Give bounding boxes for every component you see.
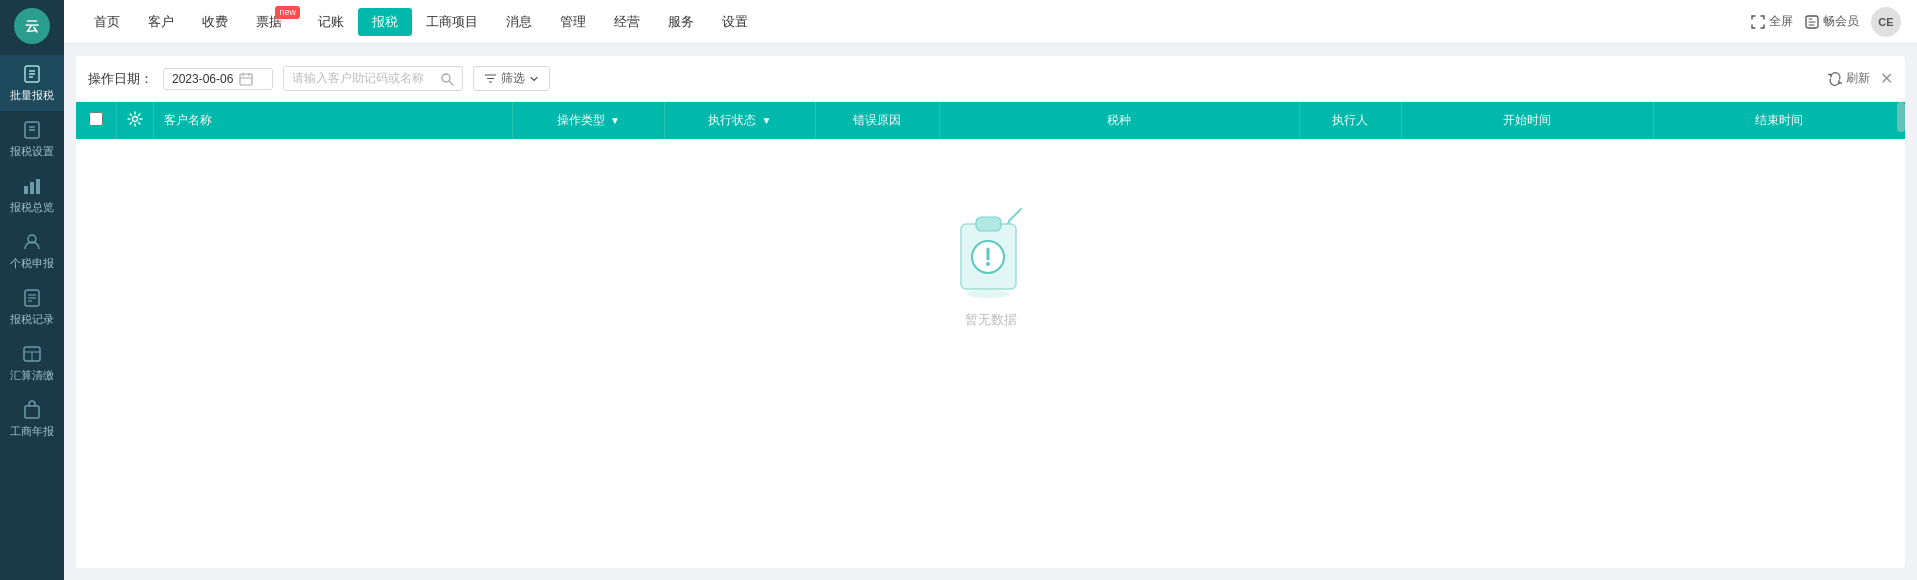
- gear-icon: [127, 111, 143, 127]
- member-icon: [1805, 15, 1819, 29]
- sidebar-item-label-zonglun: 报税总览: [10, 200, 54, 215]
- topnav-right: 全屏 畅会员 CE: [1751, 7, 1901, 37]
- svg-text:云: 云: [25, 18, 39, 34]
- close-button[interactable]: ✕: [1880, 71, 1893, 87]
- sidebar-item-geshuishenb[interactable]: 个税申报: [0, 223, 64, 279]
- svg-rect-9: [24, 186, 28, 194]
- nav-guanli[interactable]: 管理: [546, 0, 600, 44]
- svg-rect-22: [240, 74, 252, 85]
- sidebar-item-label-huisuan: 汇算清缴: [10, 368, 54, 383]
- empty-state: 暂无数据: [76, 139, 1905, 389]
- table-wrapper: 客户名称 操作类型 ▼ 执行状态 ▼ 错误原因: [76, 102, 1905, 568]
- exec-status-filter-icon[interactable]: ▼: [761, 115, 771, 126]
- baoshui-zonglun-icon: [21, 175, 43, 197]
- svg-rect-11: [36, 179, 40, 194]
- th-exec-status: 执行状态 ▼: [664, 102, 815, 139]
- avatar[interactable]: CE: [1871, 7, 1901, 37]
- nav-piao[interactable]: 票据 new: [242, 0, 304, 44]
- sidebar-item-label-jilu: 报税记录: [10, 312, 54, 327]
- svg-rect-20: [25, 406, 39, 418]
- th-executor: 执行人: [1299, 102, 1401, 139]
- empty-illustration: [941, 199, 1041, 299]
- main-table: 客户名称 操作类型 ▼ 执行状态 ▼ 错误原因: [76, 102, 1905, 139]
- sidebar-logo[interactable]: 云: [14, 8, 50, 47]
- search-box[interactable]: 请输入客户助记码或名称: [283, 66, 463, 91]
- th-start-time: 开始时间: [1402, 102, 1654, 139]
- huisuan-icon: [21, 343, 43, 365]
- sidebar-item-baoshui-shezhi[interactable]: 报税设置: [0, 111, 64, 167]
- th-error-reason: 错误原因: [815, 102, 939, 139]
- nav-xiaoxi[interactable]: 消息: [492, 0, 546, 44]
- nav-customer[interactable]: 客户: [134, 0, 188, 44]
- sidebar: 云 批量报税 报税设置: [0, 0, 64, 580]
- sidebar-item-huisuan[interactable]: 汇算清缴: [0, 335, 64, 391]
- piao-badge: new: [275, 6, 300, 20]
- member-button[interactable]: 畅会员: [1805, 13, 1859, 30]
- empty-text: 暂无数据: [965, 311, 1017, 329]
- main-card: 操作日期： 2023-06-06 请输入客户助记码或名称: [76, 56, 1905, 568]
- sidebar-item-baoshui-zonglun[interactable]: 报税总览: [0, 167, 64, 223]
- gongshang-nianbao-icon: [21, 399, 43, 421]
- topnav: 首页 客户 收费 票据 new 记账 报税 工商项目 消息 管理 经营: [64, 0, 1917, 44]
- content-area: 操作日期： 2023-06-06 请输入客户助记码或名称: [64, 44, 1917, 580]
- filter-button[interactable]: 筛选: [473, 66, 550, 91]
- sidebar-item-piliang-baoshui[interactable]: 批量报税: [0, 55, 64, 111]
- sidebar-item-gongshang-nianbao[interactable]: 工商年报: [0, 391, 64, 447]
- sidebar-item-label-gongshang: 工商年报: [10, 424, 54, 439]
- th-checkbox[interactable]: [76, 102, 116, 139]
- scroll-indicator[interactable]: [1897, 102, 1905, 132]
- date-label: 操作日期：: [88, 70, 153, 88]
- nav-fuwu[interactable]: 服务: [654, 0, 708, 44]
- nav-shoufei[interactable]: 收费: [188, 0, 242, 44]
- fullscreen-icon: [1751, 15, 1765, 29]
- select-all-checkbox[interactable]: [89, 112, 103, 126]
- chevron-down-icon: [529, 74, 539, 84]
- main-wrapper: 首页 客户 收费 票据 new 记账 报税 工商项目 消息 管理 经营: [64, 0, 1917, 580]
- toolbar: 操作日期： 2023-06-06 请输入客户助记码或名称: [76, 56, 1905, 102]
- refresh-icon: [1828, 72, 1842, 86]
- sidebar-item-baoshui-jilu[interactable]: 报税记录: [0, 279, 64, 335]
- refresh-button[interactable]: 刷新: [1828, 70, 1870, 87]
- calendar-icon: [239, 72, 253, 86]
- fullscreen-button[interactable]: 全屏: [1751, 13, 1793, 30]
- operation-type-filter-icon[interactable]: ▼: [610, 115, 620, 126]
- svg-rect-33: [976, 217, 1001, 231]
- sidebar-item-label-shezhi: 报税设置: [10, 144, 54, 159]
- nav-baoshui[interactable]: 报税: [358, 8, 412, 36]
- filter-icon: [484, 72, 497, 85]
- nav-gongshang[interactable]: 工商项目: [412, 0, 492, 44]
- date-input[interactable]: 2023-06-06: [163, 68, 273, 90]
- geshuishenb-icon: [21, 231, 43, 253]
- nav-home[interactable]: 首页: [80, 0, 134, 44]
- svg-line-27: [449, 81, 453, 85]
- th-customer-name: 客户名称: [153, 102, 513, 139]
- nav-jizhang[interactable]: 记账: [304, 0, 358, 44]
- svg-point-39: [966, 290, 1010, 298]
- piliang-baoshui-icon: [21, 63, 43, 85]
- svg-rect-10: [30, 182, 34, 194]
- svg-line-37: [1009, 209, 1021, 221]
- baoshui-shezhi-icon: [21, 119, 43, 141]
- th-tax-type: 税种: [940, 102, 1300, 139]
- baoshui-jilu-icon: [21, 287, 43, 309]
- th-operation-type: 操作类型 ▼: [513, 102, 664, 139]
- nav-jingying[interactable]: 经营: [600, 0, 654, 44]
- nav-shezhi[interactable]: 设置: [708, 0, 762, 44]
- sidebar-item-label-piliang: 批量报税: [10, 88, 54, 103]
- th-gear[interactable]: [116, 102, 153, 139]
- th-end-time: 结束时间: [1653, 102, 1905, 139]
- toolbar-right: 刷新 ✕: [1828, 70, 1893, 87]
- sidebar-item-label-geshui: 个税申报: [10, 256, 54, 271]
- svg-point-31: [132, 117, 137, 122]
- svg-point-36: [986, 262, 990, 266]
- search-icon: [440, 72, 454, 86]
